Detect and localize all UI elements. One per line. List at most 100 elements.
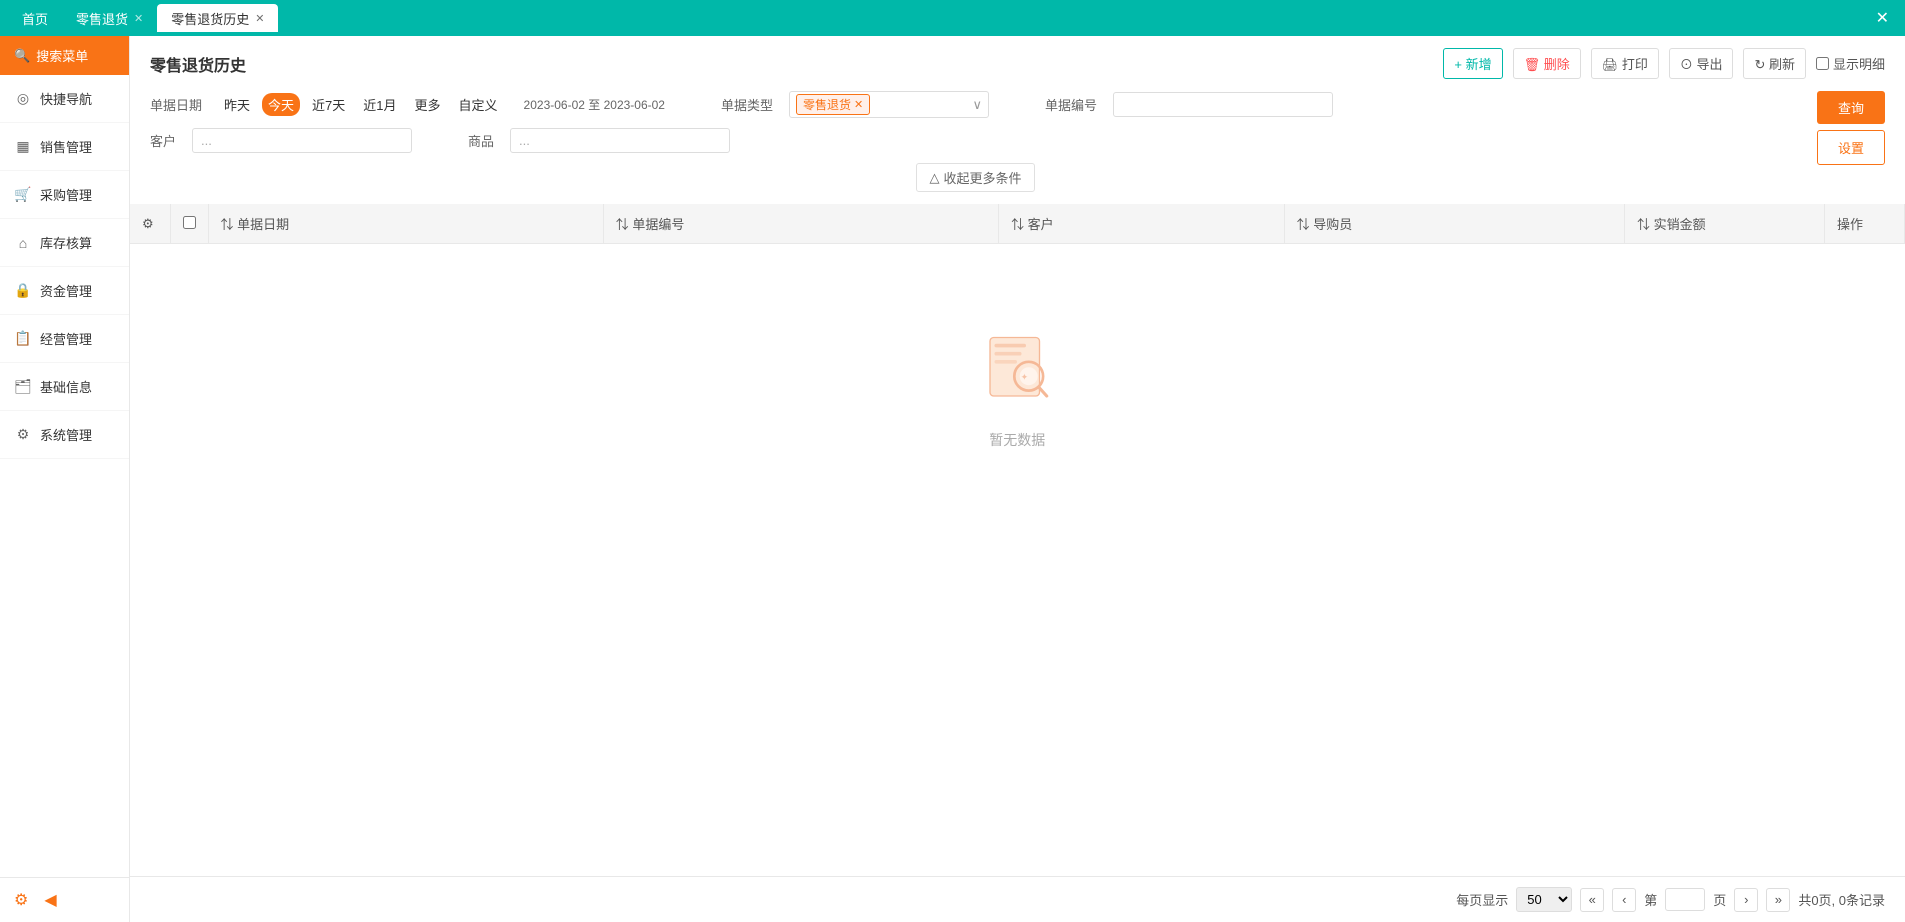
finance-icon: 🔒 — [14, 282, 32, 300]
doc-type-tag-close[interactable]: ✕ — [854, 98, 863, 111]
goods-input[interactable]: ... — [510, 128, 730, 153]
doc-type-filter-label: 单据类型 — [721, 95, 773, 114]
tab-retail-return[interactable]: 零售退货 ✕ — [62, 4, 157, 32]
query-button[interactable]: 查询 — [1817, 91, 1885, 124]
sidebar-item-purchase-mgmt[interactable]: 🛒 采购管理 — [0, 171, 129, 219]
svg-text:✦: ✦ — [1021, 372, 1029, 382]
tab-retail-return-history-close[interactable]: ✕ — [255, 12, 264, 25]
print-button[interactable]: 🖨 打印 — [1591, 48, 1659, 79]
date-options: 昨天 今天 近7天 近1月 更多 自定义 — [218, 93, 504, 116]
sidebar-item-basic-info[interactable]: 🗂 基础信息 — [0, 363, 129, 411]
sidebar-item-quick-nav[interactable]: ◎ 快捷导航 — [0, 75, 129, 123]
refresh-button[interactable]: ↻ 刷新 — [1743, 48, 1806, 79]
tab-bar: 首页 零售退货 ✕ 零售退货历史 ✕ ✕ — [0, 0, 1905, 36]
date-option-more[interactable]: 更多 — [409, 93, 447, 116]
sidebar-search[interactable]: 🔍 搜索菜单 — [0, 36, 129, 75]
doc-type-tag: 零售退货 ✕ — [796, 94, 870, 115]
sidebar-item-sales-mgmt-label: 销售管理 — [40, 137, 92, 156]
tab-retail-return-close[interactable]: ✕ — [134, 12, 143, 25]
data-table: ⚙ ⇅ 单据日期 ⇅ 单据编号 ⇅ 客户 ⇅ 导购员 — [130, 204, 1905, 530]
page-size-label: 每页显示 — [1456, 890, 1508, 909]
purchase-mgmt-icon: 🛒 — [14, 186, 32, 204]
sound-icon[interactable]: ◀ — [44, 890, 56, 910]
next-page-button[interactable]: › — [1734, 888, 1758, 912]
doc-type-tag-value: 零售退货 — [803, 96, 851, 113]
sidebar: 🔍 搜索菜单 ◎ 快捷导航 ▦ 销售管理 🛒 采购管理 ⌂ 库存核算 🔒 资金管… — [0, 36, 130, 922]
date-option-custom[interactable]: 自定义 — [453, 93, 504, 116]
collapse-button[interactable]: △ 收起更多条件 — [916, 163, 1034, 192]
delete-button[interactable]: 🗑 删除 — [1513, 48, 1581, 79]
tab-retail-return-history[interactable]: 零售退货历史 ✕ — [157, 4, 278, 32]
date-option-1month[interactable]: 近1月 — [357, 93, 402, 116]
customer-input[interactable]: ... — [192, 128, 412, 153]
th-customer[interactable]: ⇅ 客户 — [999, 204, 1285, 244]
customer-filter-label: 客户 — [150, 131, 176, 150]
th-doc-date-label: ⇅ 单据日期 — [221, 217, 290, 232]
date-option-today[interactable]: 今天 — [262, 93, 300, 116]
sales-mgmt-icon: ▦ — [14, 138, 32, 156]
date-filter-label: 单据日期 — [150, 95, 202, 114]
search-icon: 🔍 — [14, 48, 30, 64]
page-title-row: 零售退货历史 + 新增 🗑 删除 🖨 打印 ⊙ 导出 ↻ 刷新 显示明细 — [150, 48, 1885, 79]
sidebar-item-sales-mgmt[interactable]: ▦ 销售管理 — [0, 123, 129, 171]
collapse-icon: △ — [929, 170, 939, 186]
th-doc-date[interactable]: ⇅ 单据日期 — [208, 204, 603, 244]
action-buttons: 查询 设置 — [1817, 91, 1885, 165]
display-toggle[interactable]: 显示明细 — [1816, 54, 1885, 73]
date-option-7days[interactable]: 近7天 — [306, 93, 351, 116]
sidebar-item-operations[interactable]: 📋 经营管理 — [0, 315, 129, 363]
page-number-input[interactable]: 1 — [1665, 888, 1705, 911]
collapse-label: 收起更多条件 — [943, 168, 1021, 187]
sidebar-item-basic-info-label: 基础信息 — [40, 377, 92, 396]
last-page-button[interactable]: » — [1766, 888, 1790, 912]
doc-no-input[interactable] — [1113, 92, 1333, 117]
inventory-icon: ⌂ — [14, 234, 32, 252]
doc-type-select[interactable]: 零售退货 ✕ ∨ — [789, 91, 989, 118]
operations-icon: 📋 — [14, 330, 32, 348]
doc-type-chevron: ∨ — [972, 97, 982, 113]
tab-home[interactable]: 首页 — [8, 4, 62, 32]
display-toggle-label: 显示明细 — [1833, 54, 1885, 73]
empty-state: ✦ 暂无数据 — [130, 244, 1905, 530]
table-container: ⚙ ⇅ 单据日期 ⇅ 单据编号 ⇅ 客户 ⇅ 导购员 — [130, 204, 1905, 876]
sidebar-search-label: 搜索菜单 — [36, 46, 88, 65]
page-title: 零售退货历史 — [150, 52, 246, 76]
sidebar-item-operations-label: 经营管理 — [40, 329, 92, 348]
select-all-checkbox[interactable] — [183, 216, 196, 229]
sidebar-item-system-mgmt[interactable]: ⚙ 系统管理 — [0, 411, 129, 459]
date-option-yesterday[interactable]: 昨天 — [218, 93, 256, 116]
sidebar-item-quick-nav-label: 快捷导航 — [40, 89, 92, 108]
first-page-button[interactable]: « — [1580, 888, 1604, 912]
window-close-button[interactable]: ✕ — [1868, 8, 1897, 28]
export-button[interactable]: ⊙ 导出 — [1669, 48, 1734, 79]
prev-page-button[interactable]: ‹ — [1612, 888, 1636, 912]
sidebar-item-inventory-label: 库存核算 — [40, 233, 92, 252]
th-checkbox[interactable] — [170, 204, 208, 244]
display-toggle-checkbox[interactable] — [1816, 57, 1829, 70]
sidebar-item-purchase-mgmt-label: 采购管理 — [40, 185, 92, 204]
th-action-label: 操作 — [1837, 217, 1863, 232]
th-guide[interactable]: ⇅ 导购员 — [1284, 204, 1624, 244]
pagination-bar: 每页显示 10 20 50 100 « ‹ 第 1 页 › » 共0页, 0条记… — [130, 876, 1905, 922]
filter-row-2: 客户 ... 商品 ... — [150, 128, 1801, 153]
th-doc-no[interactable]: ⇅ 单据编号 — [603, 204, 998, 244]
sidebar-bottom: ⚙ ◀ — [0, 877, 129, 922]
basic-info-icon: 🗂 — [14, 378, 32, 396]
th-doc-no-label: ⇅ 单据编号 — [616, 217, 685, 232]
page-size-select[interactable]: 10 20 50 100 — [1516, 887, 1572, 912]
page-unit: 页 — [1713, 890, 1726, 909]
sidebar-item-finance[interactable]: 🔒 资金管理 — [0, 267, 129, 315]
system-mgmt-icon: ⚙ — [14, 426, 32, 444]
filter-section: 零售退货历史 + 新增 🗑 删除 🖨 打印 ⊙ 导出 ↻ 刷新 显示明细 — [130, 36, 1905, 204]
date-range: 2023-06-02 至 2023-06-02 — [524, 96, 665, 113]
settings-icon[interactable]: ⚙ — [14, 890, 28, 910]
filter-row-1: 单据日期 昨天 今天 近7天 近1月 更多 自定义 2023-06-02 至 2… — [150, 91, 1801, 118]
th-amount[interactable]: ⇅ 实销金额 — [1625, 204, 1825, 244]
add-button[interactable]: + 新增 — [1443, 48, 1502, 79]
sidebar-item-inventory[interactable]: ⌂ 库存核算 — [0, 219, 129, 267]
th-action: 操作 — [1825, 204, 1905, 244]
th-guide-label: ⇅ 导购员 — [1297, 217, 1353, 232]
th-settings[interactable]: ⚙ — [130, 204, 170, 244]
filter-settings-button[interactable]: 设置 — [1817, 130, 1885, 165]
empty-state-cell: ✦ 暂无数据 — [130, 244, 1905, 531]
